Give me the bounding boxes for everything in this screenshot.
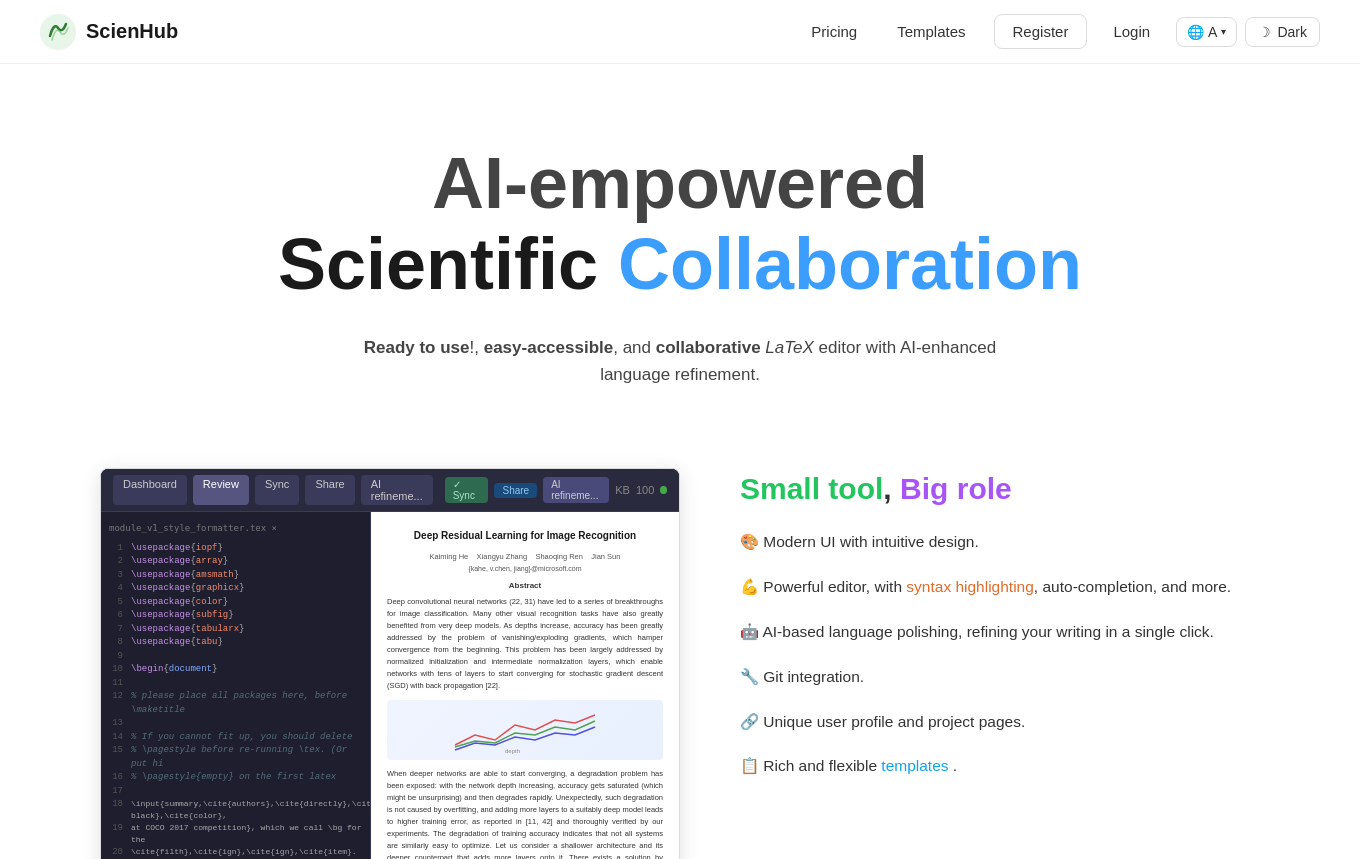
feature-emoji-3: 🔧 [740,668,759,685]
ai-btn[interactable]: AI refineme... [543,477,609,503]
features-heading-green: Small tool [740,472,883,505]
preview-authors: Kaiming He Xiangyu Zhang Shaoqing Ren Ji… [387,551,663,574]
logo-icon [40,14,76,50]
feature-item-3: 🔧 Git integration. [740,665,1260,690]
sync-button[interactable]: ✓ Sync [445,477,489,503]
status-dot [660,486,667,494]
language-selector[interactable]: 🌐 A ▾ [1176,17,1237,47]
main-content: Dashboard Review Sync Share AI refineme.… [0,448,1360,859]
syntax-highlight-link[interactable]: syntax highlighting [906,578,1034,595]
screenshot-panel: Dashboard Review Sync Share AI refineme.… [100,468,680,859]
tab-review[interactable]: Review [193,475,249,505]
templates-link[interactable]: templates [881,757,948,774]
nav-pricing[interactable]: Pricing [795,15,873,48]
screenshot-body: module_v1_style_formatter.tex × 1\usepac… [101,512,679,859]
topbar-tabs: Dashboard Review Sync Share AI refineme.… [113,475,433,505]
preview-paper-title: Deep Residual Learning for Image Recogni… [387,528,663,543]
preview-abstract-heading: Abstract [387,580,663,592]
preview-body-text: When deeper networks are able to start c… [387,768,663,859]
chevron-down-icon: ▾ [1221,26,1226,37]
subtitle-excl: ! [470,338,475,357]
share-btn[interactable]: Share [494,483,537,498]
feature-item-4: 🔗 Unique user profile and project pages. [740,710,1260,735]
hero-title-line1: AI-empowered [40,144,1320,223]
hero-title-line2: Scientific Collaboration [40,223,1320,306]
feature-item-1: 💪 Powerful editor, with syntax highlight… [740,575,1260,600]
login-button[interactable]: Login [1095,15,1168,48]
topbar-actions: ✓ Sync Share AI refineme... KB 100 [445,477,667,503]
hero-title: AI-empowered Scientific Collaboration [40,144,1320,306]
svg-point-0 [40,14,76,50]
tab-dashboard[interactable]: Dashboard [113,475,187,505]
language-label: A [1208,24,1217,40]
feature-emoji-5: 📋 [740,757,759,774]
features-comma: , [883,472,891,505]
features-heading: Small tool, Big role [740,472,1260,506]
moon-icon: ☽ [1258,24,1271,40]
svg-text:depth: depth [505,748,520,754]
register-button[interactable]: Register [994,14,1088,49]
preview-figure: depth [387,700,663,760]
subtitle-ready: Ready to use [364,338,470,357]
feature-emoji-0: 🎨 [740,533,759,550]
dark-mode-toggle[interactable]: ☽ Dark [1245,17,1320,47]
subtitle-collab: collaborative [656,338,761,357]
feature-item-5: 📋 Rich and flexible templates . [740,754,1260,779]
brand-name: ScienHub [86,20,178,43]
language-icon: 🌐 [1187,24,1204,40]
feature-item-2: 🤖 AI-based language polishing, refining … [740,620,1260,645]
hero-title-normal: Scientific [278,224,618,304]
code-editor-panel[interactable]: module_v1_style_formatter.tex × 1\usepac… [101,512,371,859]
subtitle-easy: easy-accessible [484,338,614,357]
tab-ai[interactable]: AI refineme... [361,475,433,505]
nav-templates[interactable]: Templates [881,15,981,48]
hero-section: AI-empowered Scientific Collaboration Re… [0,64,1360,448]
file-breadcrumb: module_v1_style_formatter.tex × [109,522,362,536]
feature-emoji-2: 🤖 [740,623,759,640]
features-panel: Small tool, Big role 🎨 Modern UI with in… [740,468,1260,799]
tab-share[interactable]: Share [305,475,354,505]
preview-panel: Deep Residual Learning for Image Recogni… [371,512,679,859]
tab-sync[interactable]: Sync [255,475,299,505]
dark-label: Dark [1277,24,1307,40]
subtitle-latex: LaTeX [765,338,814,357]
logo-link[interactable]: ScienHub [40,14,178,50]
hero-title-colored: Collaboration [618,224,1082,304]
navbar: ScienHub Pricing Templates Register Logi… [0,0,1360,64]
hero-subtitle: Ready to use!, easy-accessible, and coll… [40,334,1320,388]
feature-emoji-4: 🔗 [740,713,759,730]
feature-emoji-1: 💪 [740,578,759,595]
kb-indicator: KB [615,484,630,496]
features-heading-purple: Big role [900,472,1012,505]
preview-abstract-text: Deep convolutional neural networks (22, … [387,596,663,692]
zoom-indicator: 100 [636,484,654,496]
screenshot-topbar: Dashboard Review Sync Share AI refineme.… [101,469,679,512]
nav-links: Pricing Templates Register Login 🌐 A ▾ ☽… [795,14,1320,49]
feature-item-0: 🎨 Modern UI with intuitive design. [740,530,1260,555]
